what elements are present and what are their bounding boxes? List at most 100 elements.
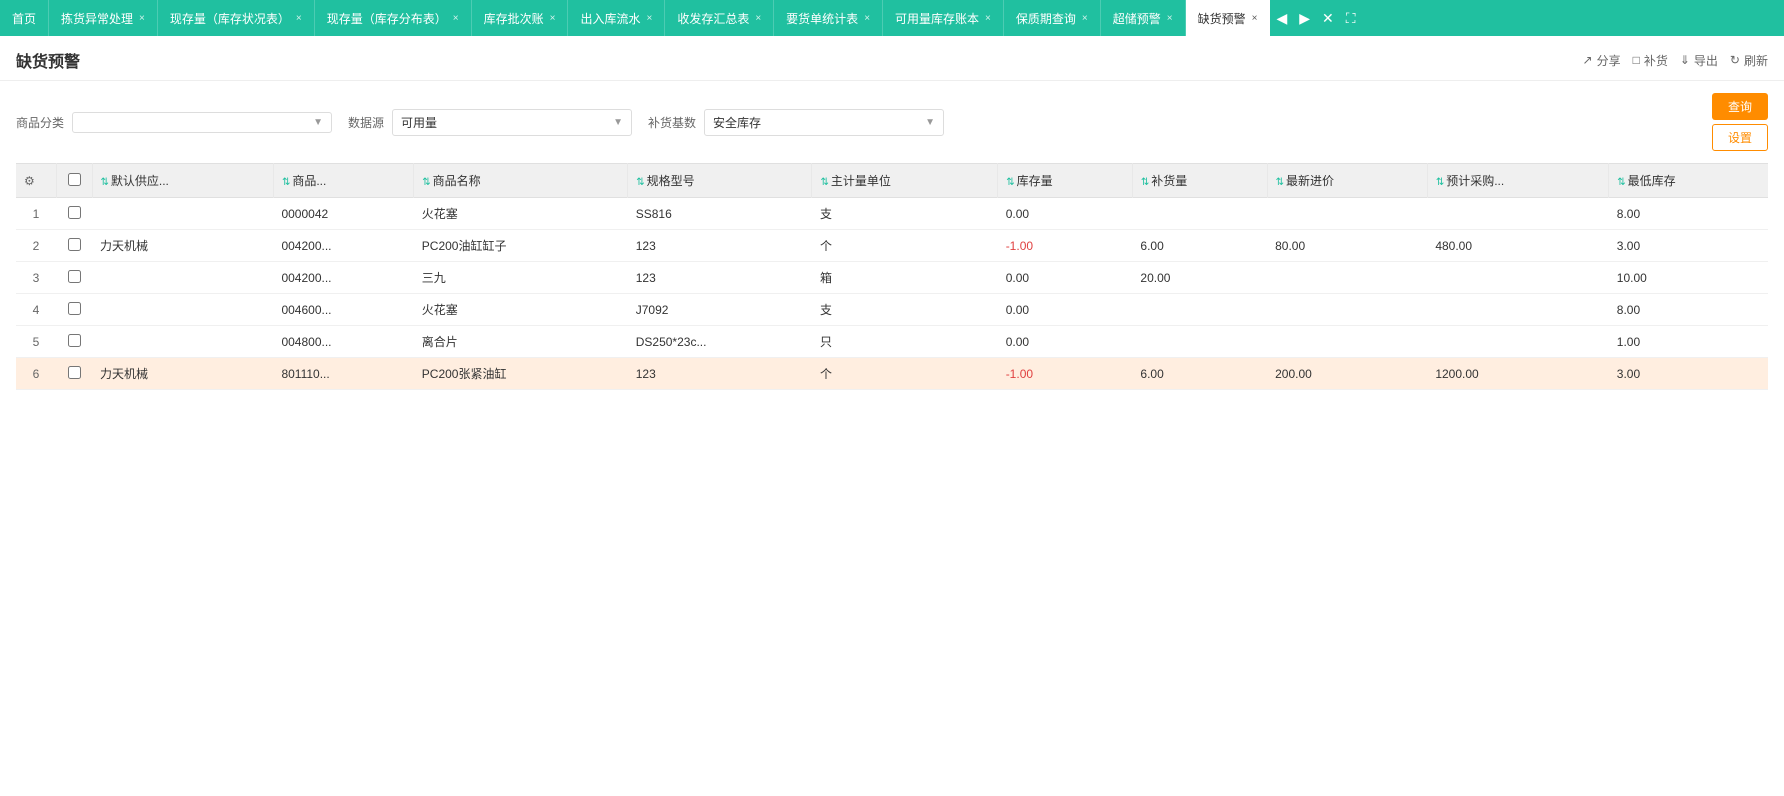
row-estimated (1427, 326, 1608, 358)
data-table: ⚙ ⇅默认供应... ⇅商品... ⇅商品名称 ⇅规格型号 (16, 163, 1768, 390)
row-checkbox[interactable] (68, 366, 81, 379)
row-stock: -1.00 (998, 230, 1133, 262)
datasource-label: 数据源 (348, 114, 384, 131)
sort-icon: ⇅ (820, 177, 828, 188)
tab-shortage[interactable]: 缺货预警 × (1186, 0, 1271, 36)
page-title: 缺货预警 (16, 48, 80, 72)
close-icon[interactable]: × (985, 13, 991, 24)
datasource-select[interactable]: 可用量 ▼ (392, 109, 632, 136)
th-estimated: ⇅预计采购... (1427, 164, 1608, 198)
select-all-checkbox[interactable] (68, 173, 81, 186)
close-icon[interactable]: × (755, 13, 761, 24)
row-name: PC200油缸缸子 (414, 230, 628, 262)
replenish-icon: □ (1633, 53, 1640, 67)
row-num: 5 (16, 326, 56, 358)
share-button[interactable]: ↗ 分享 (1583, 52, 1621, 69)
row-latest-price (1267, 326, 1427, 358)
row-checkbox-cell (56, 294, 92, 326)
tab-shelf-life[interactable]: 保质期查询 × (1004, 0, 1101, 36)
sort-icon: ⇅ (282, 177, 290, 188)
row-checkbox[interactable] (68, 270, 81, 283)
row-stock: 0.00 (998, 326, 1133, 358)
row-checkbox-cell (56, 230, 92, 262)
row-estimated (1427, 262, 1608, 294)
row-min-stock: 8.00 (1609, 294, 1768, 326)
close-icon[interactable]: × (139, 13, 145, 24)
tab-inventory-dist[interactable]: 现存量（库存分布表） × (315, 0, 472, 36)
filter-actions: 查询 设置 (1712, 93, 1768, 151)
tab-expand-btn[interactable]: ⛶ (1340, 0, 1362, 36)
tab-available[interactable]: 可用量库存账本 × (883, 0, 1004, 36)
category-label: 商品分类 (16, 114, 64, 131)
close-icon[interactable]: × (646, 13, 652, 24)
tab-flow[interactable]: 出入库流水 × (568, 0, 665, 36)
row-spec: J7092 (628, 294, 812, 326)
row-min-stock: 1.00 (1609, 326, 1768, 358)
row-checkbox[interactable] (68, 238, 81, 251)
sort-icon: ⇅ (1006, 177, 1014, 188)
tab-prev-btn[interactable]: ◀ (1270, 0, 1293, 36)
close-icon[interactable]: × (453, 13, 459, 24)
chevron-down-icon: ▼ (613, 117, 623, 128)
tab-close-btn[interactable]: ✕ (1316, 0, 1340, 36)
row-checkbox[interactable] (68, 334, 81, 347)
sort-icon: ⇅ (1436, 177, 1444, 188)
row-supplier (92, 262, 273, 294)
tab-next-btn[interactable]: ▶ (1293, 0, 1316, 36)
row-checkbox-cell (56, 198, 92, 230)
row-latest-price: 80.00 (1267, 230, 1427, 262)
row-code: 0000042 (273, 198, 413, 230)
row-num: 1 (16, 198, 56, 230)
tab-demand[interactable]: 要货单统计表 × (774, 0, 883, 36)
row-code: 004200... (273, 262, 413, 294)
close-icon[interactable]: × (1082, 13, 1088, 24)
close-icon[interactable]: × (550, 13, 556, 24)
export-button[interactable]: ⇓ 导出 (1680, 52, 1718, 69)
row-code: 004800... (273, 326, 413, 358)
row-replenish (1132, 326, 1267, 358)
tab-batch[interactable]: 库存批次账 × (472, 0, 569, 36)
close-icon[interactable]: × (1252, 13, 1258, 24)
chevron-down-icon: ▼ (313, 117, 323, 128)
row-stock: 0.00 (998, 198, 1133, 230)
row-replenish (1132, 294, 1267, 326)
row-spec: 123 (628, 358, 812, 390)
category-select[interactable]: ▼ (72, 112, 332, 133)
table-row: 1 0000042 火花塞 SS816 支 0.00 8.00 (16, 198, 1768, 230)
tab-overstock[interactable]: 超储预警 × (1101, 0, 1186, 36)
row-supplier: 力天机械 (92, 358, 273, 390)
row-stock: 0.00 (998, 262, 1133, 294)
sort-icon: ⇅ (101, 177, 109, 188)
tab-picking[interactable]: 拣货异常处理 × (49, 0, 158, 36)
tab-inventory-status[interactable]: 现存量（库存状况表） × (158, 0, 315, 36)
row-supplier (92, 294, 273, 326)
close-icon[interactable]: × (864, 13, 870, 24)
tab-home[interactable]: 首页 (0, 0, 49, 36)
row-estimated: 480.00 (1427, 230, 1608, 262)
row-latest-price (1267, 294, 1427, 326)
refresh-button[interactable]: ↻ 刷新 (1730, 52, 1768, 69)
th-stock: ⇅库存量 (998, 164, 1133, 198)
row-name: 火花塞 (414, 198, 628, 230)
row-checkbox[interactable] (68, 206, 81, 219)
th-gear: ⚙ (16, 164, 56, 198)
gear-icon[interactable]: ⚙ (24, 174, 35, 188)
export-icon: ⇓ (1680, 53, 1690, 67)
replenish-basis-select[interactable]: 安全库存 ▼ (704, 109, 944, 136)
row-replenish: 6.00 (1132, 230, 1267, 262)
table-container: ⚙ ⇅默认供应... ⇅商品... ⇅商品名称 ⇅规格型号 (0, 163, 1784, 406)
close-icon[interactable]: × (1167, 13, 1173, 24)
query-button[interactable]: 查询 (1712, 93, 1768, 120)
close-icon[interactable]: × (296, 13, 302, 24)
replenish-button[interactable]: □ 补货 (1633, 52, 1668, 69)
refresh-icon: ↻ (1730, 53, 1740, 67)
tab-summary[interactable]: 收发存汇总表 × (665, 0, 774, 36)
row-name: 三九 (414, 262, 628, 294)
row-stock: 0.00 (998, 294, 1133, 326)
row-checkbox-cell (56, 326, 92, 358)
row-stock: -1.00 (998, 358, 1133, 390)
row-checkbox[interactable] (68, 302, 81, 315)
row-estimated (1427, 294, 1608, 326)
row-latest-price (1267, 198, 1427, 230)
setting-button[interactable]: 设置 (1712, 124, 1768, 151)
